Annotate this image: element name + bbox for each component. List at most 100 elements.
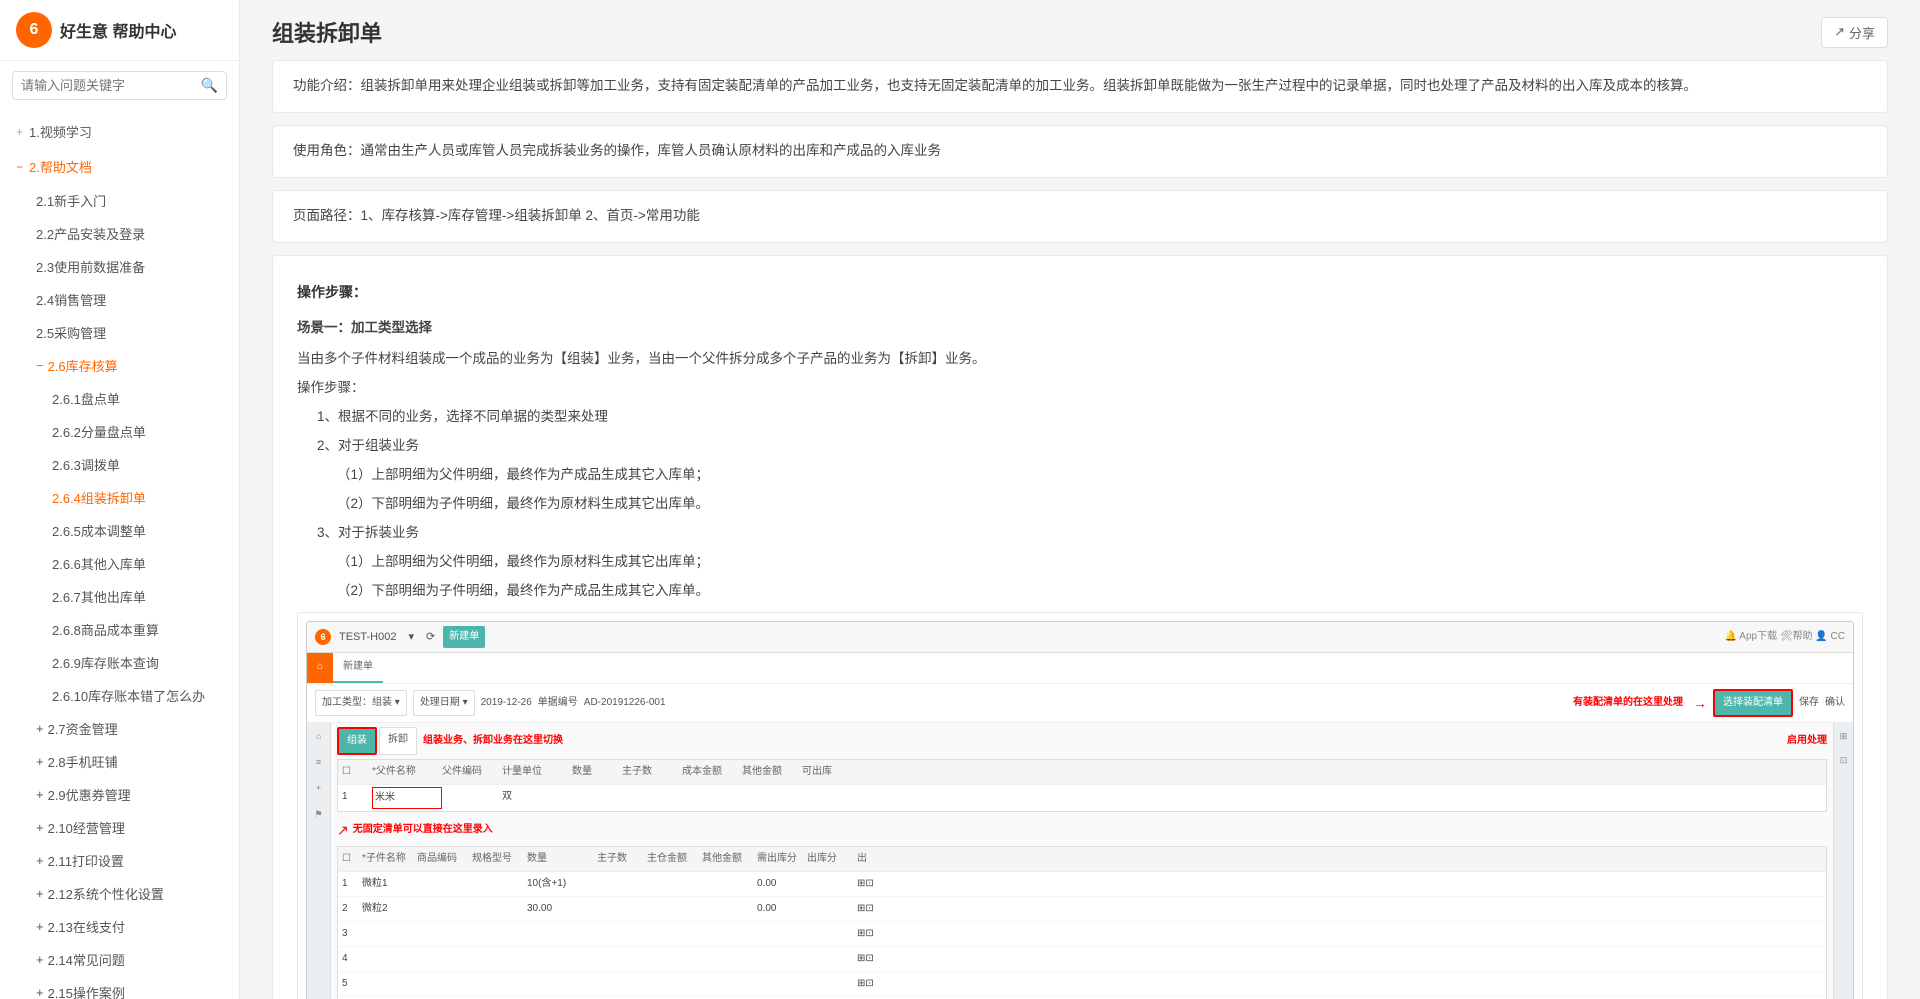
brand-name: 好生意 帮助中心 bbox=[60, 18, 176, 42]
sim-select-btn[interactable]: 选择装配清单 bbox=[1713, 689, 1793, 717]
sim-logo: 6 bbox=[315, 629, 331, 645]
steps-block: 操作步骤： 场景一：加工类型选择 当由多个子件材料组装成一个成品的业务为【组装】… bbox=[272, 255, 1888, 999]
steps-sub-title: 操作步骤： bbox=[297, 374, 1863, 401]
annotation4-row: ↗ 无固定清单可以直接在这里录入 bbox=[337, 816, 1827, 844]
role-block: 使用角色：通常由生产人员或库管人员完成拆装业务的操作，库管人员确认原材料的出库和… bbox=[272, 125, 1888, 178]
sim-lower-row-5: 5 ⊞⊡ bbox=[338, 972, 1826, 997]
main-header: 组装拆卸单 ↗ 分享 bbox=[240, 0, 1920, 60]
search-icon[interactable]: 🔍 bbox=[201, 77, 218, 94]
sim-right-icon1: ⊞ bbox=[1840, 727, 1848, 745]
sim-icon-add: + bbox=[316, 779, 321, 797]
annotation4-text: 无固定清单可以直接在这里录入 bbox=[353, 820, 493, 840]
sidebar-item-new[interactable]: 2.1新手入门 bbox=[0, 184, 239, 217]
sim-date-val: 2019-12-26 bbox=[481, 693, 532, 713]
sidebar-item-ops[interactable]: +2.10经营管理 bbox=[0, 811, 239, 844]
sidebar-item-video[interactable]: + 1.视频学习 bbox=[0, 114, 239, 149]
sidebar-item-adjust[interactable]: 2.6.3调拨单 bbox=[0, 448, 239, 481]
search-input[interactable] bbox=[21, 78, 201, 93]
sim-screenshot: 6 TEST-H002 ▾ ⟳ 新建单 🔔 App下载 🛠帮助 👤 CC ⌂ 新… bbox=[306, 621, 1854, 999]
sidebar-item-prepare[interactable]: 2.3使用前数据准备 bbox=[0, 250, 239, 283]
sim-sync-icon: ⟳ bbox=[426, 626, 435, 648]
sim-home-icon: ⌂ bbox=[307, 653, 333, 683]
sim-dropdown-icon: ▾ bbox=[408, 626, 414, 648]
path-block: 页面路径：1、库存核算->库存管理->组装拆卸单 2、首页->常用功能 bbox=[272, 190, 1888, 243]
sim-tab-new[interactable]: 新建单 bbox=[333, 653, 383, 683]
sidebar-item-stock-error[interactable]: 2.6.10库存账本错了怎么办 bbox=[0, 679, 239, 712]
sidebar-item-inventory[interactable]: − 2.6库存核算 bbox=[0, 349, 239, 382]
search-box[interactable]: 🔍 bbox=[12, 71, 227, 100]
sim-lower-row-1: 1 微粒1 10(含+1) 0.00 bbox=[338, 872, 1826, 897]
sim-part-name: 米米 bbox=[372, 787, 442, 809]
sim-icons-right: 🔔 App下载 🛠帮助 👤 CC bbox=[1725, 627, 1845, 647]
sim-lower-row-3: 3 ⊞⊡ bbox=[338, 922, 1826, 947]
sim-tab-disassemble[interactable]: 拆卸 bbox=[379, 727, 417, 755]
logo-icon: 6 bbox=[16, 12, 52, 48]
steps-title: 操作步骤： bbox=[297, 278, 1863, 306]
step2: 2、对于组装业务 bbox=[297, 432, 1863, 459]
sidebar-item-capital[interactable]: +2.7资金管理 bbox=[0, 712, 239, 745]
sim-right-panel: ⊞ ⊡ bbox=[1833, 723, 1853, 999]
sim-toolbar: 加工类型：组装 ▾ 处理日期 ▾ 2019-12-26 单据编号 AD-2019… bbox=[307, 684, 1853, 723]
step2-1: （1）上部明细为父件明细，最终作为产成品生成其它入库单； bbox=[297, 461, 1863, 488]
sim-no-val: AD-20191226-001 bbox=[584, 693, 666, 713]
annotation1-text: 有装配清单的在这里处理 bbox=[1573, 693, 1683, 713]
step2-2: （2）下部明细为子件明细，最终作为原材料生成其它出库单。 bbox=[297, 490, 1863, 517]
sidebar-item-mobile[interactable]: +2.8手机旺铺 bbox=[0, 745, 239, 778]
sidebar-item-cost-adjust[interactable]: 2.6.5成本调整单 bbox=[0, 514, 239, 547]
sim-lower-row-2: 2 微粒2 30.00 0.00 bbox=[338, 897, 1826, 922]
share-button[interactable]: ↗ 分享 bbox=[1821, 17, 1888, 48]
sidebar-item-online-pay[interactable]: +2.13在线支付 bbox=[0, 910, 239, 943]
sidebar-item-custom[interactable]: +2.12系统个性化设置 bbox=[0, 877, 239, 910]
sidebar-item-count[interactable]: 2.6.1盘点单 bbox=[0, 382, 239, 415]
sidebar-item-other-in[interactable]: 2.6.6其他入库单 bbox=[0, 547, 239, 580]
sim-new-btn[interactable]: 新建单 bbox=[443, 626, 485, 648]
share-icon: ↗ bbox=[1834, 24, 1845, 40]
sidebar-item-install[interactable]: 2.2产品安装及登录 bbox=[0, 217, 239, 250]
sidebar-item-stock-check[interactable]: 2.6.9库存账本查询 bbox=[0, 646, 239, 679]
sim-tab-assemble[interactable]: 组装 bbox=[337, 727, 377, 755]
collapse-icon: − bbox=[16, 160, 23, 174]
sidebar-item-print[interactable]: +2.11打印设置 bbox=[0, 844, 239, 877]
sim-right-icon2: ⊡ bbox=[1840, 751, 1848, 769]
step3: 3、对于拆装业务 bbox=[297, 519, 1863, 546]
sim-label-no: 单据编号 bbox=[538, 693, 578, 713]
expand-icon: + bbox=[16, 125, 23, 139]
sim-confirm-btn[interactable]: 确认 bbox=[1825, 693, 1845, 713]
sim-nav-bar: ⌂ 新建单 bbox=[307, 653, 1853, 684]
page-title: 组装拆卸单 bbox=[272, 16, 382, 48]
sidebar: 6 好生意 帮助中心 🔍 + 1.视频学习 − 2.帮助文档 2.1新手入门 2… bbox=[0, 0, 240, 999]
sidebar-item-docs[interactable]: − 2.帮助文档 bbox=[0, 149, 239, 184]
sim-icon-list: ≡ bbox=[316, 753, 321, 771]
annotation2-text: 组装业务、拆卸业务在这里切换 bbox=[423, 731, 563, 751]
sim-date-select[interactable]: 处理日期 ▾ bbox=[413, 690, 475, 716]
screenshot-container: 6 TEST-H002 ▾ ⟳ 新建单 🔔 App下载 🛠帮助 👤 CC ⌂ 新… bbox=[297, 612, 1863, 999]
step3-1: （1）上部明细为父件明细，最终作为原材料生成其它出库单； bbox=[297, 548, 1863, 575]
sidebar-item-purchase[interactable]: 2.5采购管理 bbox=[0, 316, 239, 349]
sim-type-select[interactable]: 加工类型：组装 ▾ bbox=[315, 690, 407, 716]
sidebar-item-other-out[interactable]: 2.6.7其他出库单 bbox=[0, 580, 239, 613]
intro-text: 功能介绍：组装拆卸单用来处理企业组装或拆卸等加工业务，支持有固定装配清单的产品加… bbox=[293, 78, 1697, 93]
sidebar-item-partial[interactable]: 2.6.2分量盘点单 bbox=[0, 415, 239, 448]
main-content: 组装拆卸单 ↗ 分享 功能介绍：组装拆卸单用来处理企业组装或拆卸等加工业务，支持… bbox=[240, 0, 1920, 999]
nav-section: + 1.视频学习 − 2.帮助文档 2.1新手入门 2.2产品安装及登录 2.3… bbox=[0, 110, 239, 999]
sidebar-item-assemble[interactable]: 2.6.4组装拆卸单 bbox=[0, 481, 239, 514]
sim-top-bar: 6 TEST-H002 ▾ ⟳ 新建单 🔔 App下载 🛠帮助 👤 CC bbox=[307, 622, 1853, 653]
sim-lower-row-4: 4 ⊞⊡ bbox=[338, 947, 1826, 972]
sim-lower-header: ☐ *子件名称 商品编码 规格型号 数量 主子数 主仓金额 其他金额 需出库分 bbox=[338, 847, 1826, 872]
step1: 1、根据不同的业务，选择不同单据的类型来处理 bbox=[297, 403, 1863, 430]
sim-top-id: TEST-H002 bbox=[339, 626, 396, 648]
annotation3-text: 启用处理 bbox=[1787, 731, 1827, 751]
sim-upper-header: ☐ *父件名称 父件编码 计量单位 数量 主子数 成本金额 其他金额 可出库 bbox=[338, 760, 1826, 785]
sim-main-area: 组装 拆卸 组装业务、拆卸业务在这里切换 启用处理 bbox=[331, 723, 1833, 999]
sidebar-item-cost-recalc[interactable]: 2.6.8商品成本重算 bbox=[0, 613, 239, 646]
intro-block: 功能介绍：组装拆卸单用来处理企业组装或拆卸等加工业务，支持有固定装配清单的产品加… bbox=[272, 60, 1888, 113]
sidebar-item-sales[interactable]: 2.4销售管理 bbox=[0, 283, 239, 316]
sidebar-item-faq[interactable]: +2.14常见问题 bbox=[0, 943, 239, 976]
sim-upper-row-1: 1 米米 双 bbox=[338, 785, 1826, 811]
scene1-title: 场景一：加工类型选择 bbox=[297, 314, 1863, 341]
sidebar-item-cases[interactable]: +2.15操作案例 bbox=[0, 976, 239, 999]
sim-left-panel: ⌂ ≡ + ⚑ bbox=[307, 723, 331, 999]
sidebar-item-coupon[interactable]: +2.9优惠券管理 bbox=[0, 778, 239, 811]
sim-save-btn[interactable]: 保存 bbox=[1799, 693, 1819, 713]
annotation1-arrow: → bbox=[1693, 689, 1707, 717]
